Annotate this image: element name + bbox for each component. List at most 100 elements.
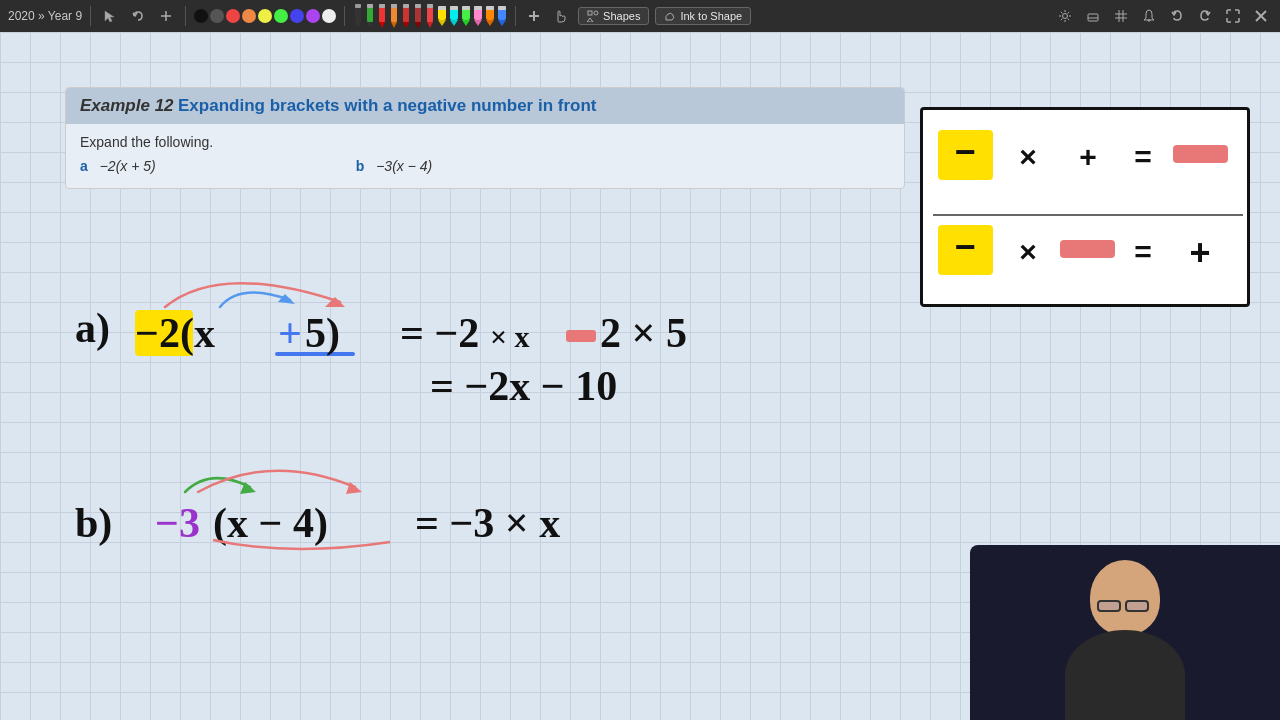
- highlighter-orange[interactable]: [485, 4, 495, 28]
- color-green[interactable]: [274, 9, 288, 23]
- color-white[interactable]: [322, 9, 336, 23]
- svg-text:−2(x: −2(x: [135, 310, 215, 357]
- pen-7[interactable]: [425, 4, 435, 28]
- canvas: Example 12 Expanding brackets with a neg…: [0, 32, 1280, 720]
- svg-marker-33: [474, 20, 482, 26]
- svg-marker-12: [391, 22, 397, 28]
- svg-rect-34: [474, 6, 482, 10]
- bell-icon: [1142, 9, 1156, 23]
- svg-rect-10: [379, 4, 385, 8]
- svg-rect-25: [438, 6, 446, 10]
- example-box: Example 12 Expanding brackets with a neg…: [65, 87, 905, 189]
- select-tool[interactable]: [99, 7, 121, 25]
- problems: a −2(x + 5) b −3(x − 4): [80, 158, 890, 174]
- color-black[interactable]: [194, 9, 208, 23]
- svg-rect-58: [1173, 145, 1228, 163]
- sign-rule-svg: − × + = − × = +: [923, 110, 1253, 310]
- svg-text:−: −: [954, 226, 975, 267]
- cursor-icon: [103, 9, 117, 23]
- svg-text:×: ×: [1019, 140, 1037, 173]
- toolbar-divider-4: [515, 6, 516, 26]
- hand-tool[interactable]: [550, 7, 572, 25]
- fullscreen-button[interactable]: [1222, 7, 1244, 25]
- redo-button[interactable]: [1194, 7, 1216, 25]
- svg-text:=: =: [1134, 235, 1152, 268]
- highlighter-blue[interactable]: [497, 4, 507, 28]
- fullscreen-icon: [1226, 9, 1240, 23]
- pen-5[interactable]: [401, 4, 411, 28]
- svg-text:(x − 4): (x − 4): [213, 500, 328, 547]
- svg-rect-74: [566, 330, 596, 342]
- color-yellow[interactable]: [258, 9, 272, 23]
- svg-marker-9: [379, 22, 385, 28]
- example-title: Expanding brackets with a negative numbe…: [178, 96, 596, 115]
- undo-btn-icon: [1170, 9, 1184, 23]
- svg-marker-36: [486, 20, 494, 26]
- svg-marker-30: [462, 20, 470, 26]
- svg-marker-83: [240, 482, 256, 494]
- shapes-button[interactable]: Shapes: [578, 7, 649, 25]
- svg-rect-70: [275, 352, 355, 356]
- svg-marker-84: [346, 482, 362, 494]
- svg-text:= −3 × x: = −3 × x: [415, 500, 560, 546]
- example-body: Expand the following. a −2(x + 5) b −3(x…: [66, 124, 904, 188]
- problem-b: b −3(x − 4): [356, 158, 432, 174]
- svg-point-46: [1063, 14, 1068, 19]
- highlighter-green[interactable]: [461, 4, 471, 28]
- svg-rect-7: [367, 4, 373, 8]
- pen-4[interactable]: [389, 4, 399, 28]
- color-red[interactable]: [226, 9, 240, 23]
- svg-point-44: [594, 11, 598, 15]
- color-purple[interactable]: [306, 9, 320, 23]
- pen-3[interactable]: [377, 4, 387, 28]
- close-button[interactable]: [1250, 7, 1272, 25]
- highlighter-pink[interactable]: [473, 4, 483, 28]
- close-icon: [1254, 9, 1268, 23]
- svg-text:×: ×: [1019, 235, 1037, 268]
- highlighter-yellow[interactable]: [437, 4, 447, 28]
- color-gray[interactable]: [210, 9, 224, 23]
- svg-marker-3: [355, 22, 361, 28]
- hand-icon: [554, 9, 568, 23]
- svg-marker-6: [367, 22, 373, 28]
- pen-1[interactable]: [353, 4, 363, 28]
- prob-b-label: b: [356, 158, 365, 174]
- svg-rect-31: [462, 6, 470, 10]
- pen-2[interactable]: [365, 4, 375, 28]
- example-number: Example 12: [80, 96, 174, 115]
- svg-rect-43: [588, 11, 592, 15]
- svg-text:5): 5): [305, 310, 340, 357]
- breadcrumb: 2020 » Year 9: [8, 9, 82, 23]
- svg-rect-40: [498, 6, 506, 10]
- undo-icon: [131, 9, 145, 23]
- undo-redo-tool[interactable]: [127, 7, 149, 25]
- bell-icon-btn[interactable]: [1138, 7, 1160, 25]
- settings-tool[interactable]: [1054, 7, 1076, 25]
- grid-tool[interactable]: [1110, 7, 1132, 25]
- prob-a-label: a: [80, 158, 88, 174]
- ink-to-shape-button[interactable]: Ink to Shape: [655, 7, 751, 25]
- add-tool[interactable]: [155, 7, 177, 25]
- toolbar-divider-1: [90, 6, 91, 26]
- svg-text:−3: −3: [155, 500, 200, 546]
- color-blue[interactable]: [290, 9, 304, 23]
- undo-button[interactable]: [1166, 7, 1188, 25]
- svg-marker-27: [450, 20, 458, 26]
- webcam-overlay: [970, 545, 1280, 720]
- example-header: Example 12 Expanding brackets with a neg…: [66, 88, 904, 124]
- color-orange[interactable]: [242, 9, 256, 23]
- svg-rect-19: [415, 4, 421, 8]
- eraser-tool[interactable]: [1082, 7, 1104, 25]
- eraser-icon: [1086, 9, 1100, 23]
- pen-6[interactable]: [413, 4, 423, 28]
- svg-rect-4: [355, 4, 361, 8]
- svg-marker-18: [415, 22, 421, 28]
- plus-button[interactable]: [524, 8, 544, 24]
- ink-to-shape-icon: [664, 10, 676, 22]
- redo-btn-icon: [1198, 9, 1212, 23]
- svg-text:2 × 5: 2 × 5: [600, 310, 687, 356]
- svg-rect-37: [486, 6, 494, 10]
- svg-marker-45: [587, 18, 593, 22]
- toolbar-divider-2: [185, 6, 186, 26]
- highlighter-cyan[interactable]: [449, 4, 459, 28]
